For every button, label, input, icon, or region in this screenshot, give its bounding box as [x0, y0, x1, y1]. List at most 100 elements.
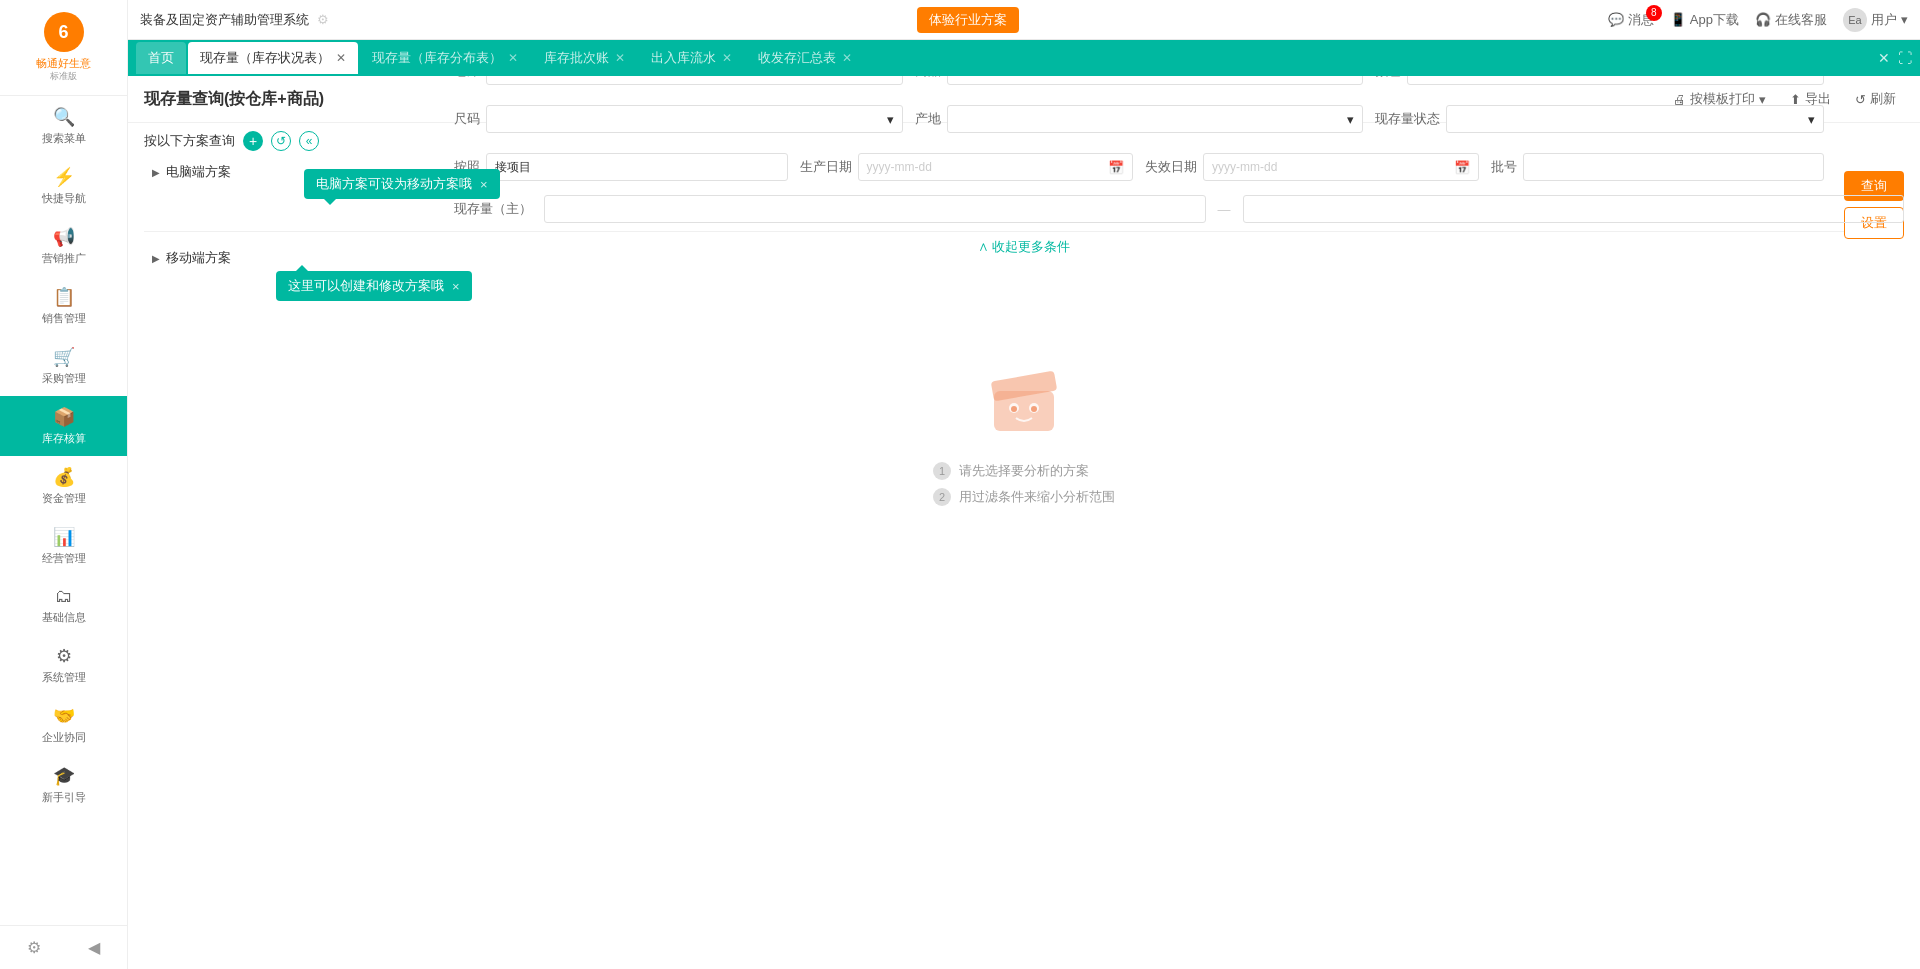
tab-collect-summary[interactable]: 收发存汇总表 ✕ [746, 42, 864, 74]
prod-date-calendar-icon[interactable]: 📅 [1108, 160, 1124, 175]
sidebar-item-operations[interactable]: 📊 经营管理 [0, 516, 127, 576]
origin-select[interactable]: ▾ [947, 105, 1364, 133]
expire-date-calendar-icon[interactable]: 📅 [1454, 160, 1470, 175]
tab-inout-flow-label: 出入库流水 [651, 49, 716, 67]
collapse-sidebar-icon[interactable]: ◀ [88, 938, 100, 957]
sidebar-item-basic[interactable]: 🗂 基础信息 [0, 576, 127, 635]
app-download-label: App下载 [1690, 11, 1739, 29]
sidebar-item-search[interactable]: 🔍 搜索菜单 [0, 96, 127, 156]
purchase-icon: 🛒 [53, 346, 75, 368]
tab-fullscreen-icon[interactable]: ⛶ [1898, 50, 1912, 66]
filter-origin: 产地 ▾ [915, 99, 1364, 139]
sidebar-item-system[interactable]: ⚙ 系统管理 [0, 635, 127, 695]
empty-state: 1 请先选择要分析的方案 2 用过滤条件来缩小分析范围 [128, 266, 1920, 586]
tab-bar-right: ✕ ⛶ [1878, 50, 1912, 66]
filter-rows: 仓库 ··· ▾ 商品 ··· [454, 76, 1904, 223]
empty-tip-1: 1 请先选择要分析的方案 [933, 462, 1115, 480]
tab-close-stock-dist[interactable]: ✕ [508, 51, 518, 65]
color-select[interactable]: ▾ [1407, 76, 1824, 85]
stock-qty-dash: — [1218, 202, 1231, 217]
tooltip-scheme-mobile: 电脑方案可设为移动方案哦 × [304, 169, 500, 199]
scheme-mobile-label: 移动端方案 [166, 249, 231, 267]
expire-date-input[interactable]: yyyy-mm-dd 📅 [1203, 153, 1479, 181]
sidebar-item-enterprise[interactable]: 🤝 企业协同 [0, 695, 127, 755]
warehouse-chevron: ▾ [887, 76, 894, 79]
stock-status-select[interactable]: ▾ [1446, 105, 1824, 133]
color-label: 颜色 [1375, 76, 1401, 80]
collapse-bar: ∧ 收起更多条件 [144, 231, 1904, 262]
tooltip2-text: 这里可以创建和修改方案哦 [288, 277, 444, 295]
tooltip2-close[interactable]: × [452, 279, 460, 294]
sidebar-item-sales[interactable]: 📋 销售管理 [0, 276, 127, 336]
prod-date-input[interactable]: yyyy-mm-dd 📅 [858, 153, 1134, 181]
empty-tips: 1 请先选择要分析的方案 2 用过滤条件来缩小分析范围 [933, 462, 1115, 506]
size-select[interactable]: ▾ [486, 105, 903, 133]
tip1-num: 1 [933, 462, 951, 480]
settings-bottom-icon[interactable]: ⚙ [27, 938, 41, 957]
filter-by-item: 按照 接项目 [454, 147, 788, 187]
tab-close-stock-status[interactable]: ✕ [336, 51, 346, 65]
basic-icon: 🗂 [55, 586, 73, 607]
tab-stock-batch-label: 库存批次账 [544, 49, 609, 67]
user-chevron-icon: ▾ [1901, 12, 1908, 27]
svg-point-4 [1011, 406, 1017, 412]
logo-badge: 标准版 [50, 70, 77, 83]
tip2-num: 2 [933, 488, 951, 506]
marketing-icon: 📢 [53, 226, 75, 248]
filter-refresh-button[interactable]: ↺ [271, 131, 291, 151]
user-label: 用户 [1871, 11, 1897, 29]
sidebar-item-finance[interactable]: 💰 资金管理 [0, 456, 127, 516]
tab-stock-status[interactable]: 现存量（库存状况表） ✕ [188, 42, 358, 74]
goods-select[interactable]: ··· [947, 76, 1364, 85]
tab-close-all-icon[interactable]: ✕ [1878, 50, 1890, 66]
message-badge: 8 [1646, 5, 1662, 21]
user-item[interactable]: Ea 用户 ▾ [1843, 8, 1908, 32]
filter-back-button[interactable]: « [299, 131, 319, 151]
header-settings-icon[interactable]: ⚙ [317, 12, 329, 27]
online-support-item[interactable]: 🎧 在线客服 [1755, 11, 1827, 29]
warehouse-select[interactable]: ··· ▾ [486, 76, 903, 85]
tab-stock-status-label: 现存量（库存状况表） [200, 49, 330, 67]
tab-close-inout-flow[interactable]: ✕ [722, 51, 732, 65]
sidebar-item-marketing[interactable]: 📢 营销推广 [0, 216, 127, 276]
sidebar-item-guide[interactable]: 🎓 新手引导 [0, 755, 127, 815]
tooltip-scheme-create: 这里可以创建和修改方案哦 × [276, 271, 472, 301]
by-item-select[interactable]: 接项目 [486, 153, 788, 181]
app-download-item[interactable]: 📱 App下载 [1670, 11, 1739, 29]
tooltip1-text: 电脑方案可设为移动方案哦 [316, 175, 472, 193]
sidebar-item-purchase[interactable]: 🛒 采购管理 [0, 336, 127, 396]
message-item[interactable]: 💬 消息 8 [1608, 11, 1654, 29]
tab-home[interactable]: 首页 [136, 42, 186, 74]
stock-qty-max-input[interactable] [1243, 195, 1905, 223]
online-support-label: 在线客服 [1775, 11, 1827, 29]
tab-close-collect-summary[interactable]: ✕ [842, 51, 852, 65]
filter-color: 颜色 ▾ [1375, 76, 1824, 91]
filter-row-2: 尺码 ▾ 产地 ▾ [454, 99, 1904, 139]
scheme-desktop-arrow: ▶ [152, 167, 160, 178]
sidebar-item-label: 经营管理 [42, 551, 86, 566]
filter-stock-status: 现存量状态 ▾ [1375, 99, 1824, 139]
enterprise-icon: 🤝 [53, 705, 75, 727]
trial-button[interactable]: 体验行业方案 [917, 7, 1019, 33]
tab-collect-summary-label: 收发存汇总表 [758, 49, 836, 67]
collapse-button[interactable]: ∧ 收起更多条件 [144, 231, 1904, 262]
tooltip1-close[interactable]: × [480, 177, 488, 192]
stock-qty-min-input[interactable] [544, 195, 1206, 223]
sidebar-item-label: 采购管理 [42, 371, 86, 386]
filter-batch-no: 批号 [1491, 147, 1825, 187]
tab-close-stock-batch[interactable]: ✕ [615, 51, 625, 65]
tab-stock-dist-label: 现存量（库存分布表） [372, 49, 502, 67]
tab-stock-batch[interactable]: 库存批次账 ✕ [532, 42, 637, 74]
search-icon: 🔍 [53, 106, 75, 128]
inventory-icon: 📦 [53, 406, 75, 428]
sidebar-item-quicknav[interactable]: ⚡ 快捷导航 [0, 156, 127, 216]
finance-icon: 💰 [53, 466, 75, 488]
header-left: 装备及固定资产辅助管理系统 ⚙ [140, 11, 329, 29]
tip1-text: 请先选择要分析的方案 [959, 462, 1089, 480]
batch-no-input[interactable] [1523, 153, 1825, 181]
filter-add-button[interactable]: + [243, 131, 263, 151]
tab-stock-dist[interactable]: 现存量（库存分布表） ✕ [360, 42, 530, 74]
warehouse-label: 仓库 [454, 76, 480, 80]
tab-inout-flow[interactable]: 出入库流水 ✕ [639, 42, 744, 74]
sidebar-item-inventory[interactable]: 📦 库存核算 [0, 396, 127, 456]
